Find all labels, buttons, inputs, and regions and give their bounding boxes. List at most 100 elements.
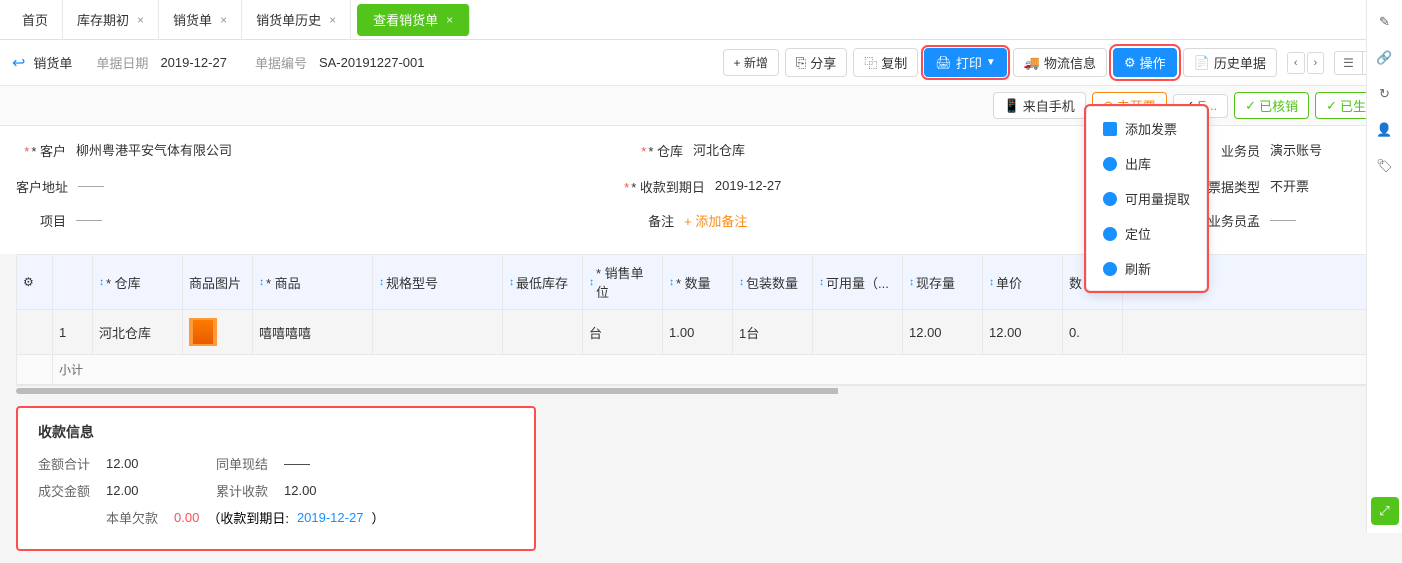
- warehouse-value[interactable]: 河北仓库: [689, 138, 809, 162]
- sidebar-refresh-icon[interactable]: ↻: [1371, 80, 1399, 108]
- print-icon: 🖨: [935, 55, 952, 71]
- sidebar-user-icon[interactable]: 👤: [1371, 116, 1399, 144]
- menu-add-invoice[interactable]: 添加发票: [1087, 111, 1206, 146]
- row-product[interactable]: 嘻嘻嘻嘻: [253, 310, 373, 354]
- due-date-value[interactable]: 2019-12-27: [711, 176, 831, 196]
- payment-row-1: 金额合计 12.00 同单现结 ——: [38, 454, 514, 473]
- sidebar-tag-icon[interactable]: 🏷: [1371, 152, 1399, 180]
- project-value[interactable]: ——: [72, 210, 192, 230]
- project-label: 项目: [16, 211, 66, 230]
- th-qty: ↕* 数量: [663, 255, 733, 309]
- copy-button[interactable]: ⿻ 复制: [853, 48, 918, 77]
- arrears-field: 本单欠款 0.00 （收款到期日: 2019-12-27 ）: [106, 508, 384, 527]
- row-amount: 0.: [1063, 310, 1123, 354]
- close-tab-view-sales[interactable]: ×: [446, 13, 453, 27]
- address-field: 客户地址 ——: [16, 176, 584, 196]
- menu-available-qty[interactable]: 可用量提取: [1087, 181, 1206, 216]
- add-remark-button[interactable]: + 添加备注: [684, 211, 747, 230]
- tab-home[interactable]: 首页: [8, 0, 63, 40]
- close-tab-inventory[interactable]: ×: [137, 13, 144, 27]
- tab-sales-order[interactable]: 销货单 ×: [159, 0, 242, 40]
- close-tab-sales[interactable]: ×: [220, 13, 227, 27]
- row-avail: [813, 310, 903, 354]
- operate-dropdown: 添加发票 出库 可用量提取 定位 刷新: [1086, 106, 1207, 291]
- sidebar-edit-icon[interactable]: ✎: [1371, 8, 1399, 36]
- payment-title: 收款信息: [38, 422, 514, 442]
- th-avail: ↕可用量（...: [813, 255, 903, 309]
- total-label: 金额合计: [38, 454, 98, 473]
- row-minstock: [503, 310, 583, 354]
- copy-icon: ⿻: [864, 53, 877, 72]
- menu-locate[interactable]: 定位: [1087, 216, 1206, 251]
- payment-row-2: 成交金额 12.00 累计收款 12.00: [38, 481, 514, 500]
- effective-icon: ✓: [1326, 98, 1337, 114]
- share-button[interactable]: ⎘ 分享: [785, 48, 847, 77]
- tab-bar: 首页 库存期初 × 销货单 × 销货单历史 × 查看销货单 × ×: [0, 0, 1402, 40]
- row-img: [183, 310, 253, 354]
- subtotal-settings: [17, 355, 53, 384]
- cumulative-label: 累计收款: [216, 481, 276, 500]
- row-price: 12.00: [983, 310, 1063, 354]
- row-stock: 12.00: [903, 310, 983, 354]
- document-toolbar: ↩ 销货单 单据日期 2019-12-27 单据编号 SA-20191227-0…: [0, 40, 1402, 86]
- add-button[interactable]: + 新增: [723, 49, 779, 76]
- list-view-button[interactable]: ☰: [1334, 51, 1363, 75]
- address-value[interactable]: ——: [74, 176, 194, 196]
- operate-button[interactable]: ⚙ 操作: [1113, 48, 1177, 77]
- no-value: SA-20191227-001: [319, 55, 425, 70]
- staff-label: 业务员: [1210, 141, 1260, 160]
- nav-arrows: ‹ ›: [1287, 52, 1324, 74]
- subtotal-row: 小计: [17, 355, 1385, 385]
- cumulative-field: 累计收款 12.00: [216, 481, 334, 500]
- row-settings[interactable]: [17, 310, 53, 354]
- revoked-icon: ✓: [1245, 98, 1256, 114]
- revoked-button[interactable]: ✓ 已核销: [1234, 92, 1309, 119]
- th-spec: ↕规格型号: [373, 255, 503, 309]
- toolbar-actions: + 新增 ⎘ 分享 ⿻ 复制 🖨 打印 ▼ 🚚 物流信息 ⚙ 操作: [723, 48, 1390, 77]
- sidebar-link-icon[interactable]: 🔗: [1371, 44, 1399, 72]
- menu-refresh[interactable]: 刷新: [1087, 251, 1206, 286]
- menu-outbound[interactable]: 出库: [1087, 146, 1206, 181]
- th-unit: ↕* 销售单位: [583, 255, 663, 309]
- tab-sales-history[interactable]: 销货单历史 ×: [242, 0, 351, 40]
- arrears-note-end: ）: [371, 508, 384, 527]
- row-spec[interactable]: [373, 310, 503, 354]
- customer-label: * 客户: [16, 141, 66, 160]
- row-unit: 台: [583, 310, 663, 354]
- address-label: 客户地址: [16, 177, 68, 196]
- tab-inventory-init[interactable]: 库存期初 ×: [63, 0, 159, 40]
- prev-button[interactable]: ‹: [1287, 52, 1305, 74]
- th-settings[interactable]: ⚙: [17, 255, 53, 309]
- settlement-field: 同单现结 ——: [216, 454, 334, 473]
- next-button[interactable]: ›: [1307, 52, 1325, 74]
- subtotal-label: 小计: [53, 355, 1385, 384]
- transaction-label: 成交金额: [38, 481, 98, 500]
- settlement-value: ——: [284, 456, 334, 471]
- print-button[interactable]: 🖨 打印 ▼: [924, 48, 1006, 77]
- date-value: 2019-12-27: [160, 55, 227, 70]
- warehouse-label: * 仓库: [633, 141, 683, 160]
- close-tab-history[interactable]: ×: [329, 13, 336, 27]
- th-warehouse: ↕* 仓库: [93, 255, 183, 309]
- th-pack: ↕包装数量: [733, 255, 813, 309]
- settlement-label: 同单现结: [216, 454, 276, 473]
- locate-icon: [1103, 227, 1117, 241]
- arrears-note: （收款到期日:: [207, 508, 289, 527]
- scroll-hint: [16, 388, 1386, 394]
- customer-value[interactable]: 柳州粤港平安气体有限公司: [72, 138, 236, 162]
- total-value: 12.00: [106, 456, 156, 471]
- customer-field: * 客户 柳州粤港平安气体有限公司: [16, 138, 593, 162]
- transaction-value: 12.00: [106, 483, 156, 498]
- from-mobile-button[interactable]: 📱 来自手机: [993, 92, 1086, 119]
- add-invoice-icon: [1103, 122, 1117, 136]
- product-image-inner: [193, 320, 213, 344]
- history-button[interactable]: 📄 历史单据: [1183, 48, 1277, 77]
- transaction-field: 成交金额 12.00: [38, 481, 156, 500]
- remark-label: 备注: [624, 211, 674, 230]
- payment-row-3: 本单欠款 0.00 （收款到期日: 2019-12-27 ）: [38, 508, 514, 527]
- tab-view-sales[interactable]: 查看销货单 ×: [357, 4, 470, 36]
- sidebar-expand-icon[interactable]: ⤢: [1371, 497, 1399, 525]
- row-warehouse: 河北仓库: [93, 310, 183, 354]
- operate-icon: ⚙: [1124, 55, 1136, 71]
- logistics-button[interactable]: 🚚 物流信息: [1013, 48, 1107, 77]
